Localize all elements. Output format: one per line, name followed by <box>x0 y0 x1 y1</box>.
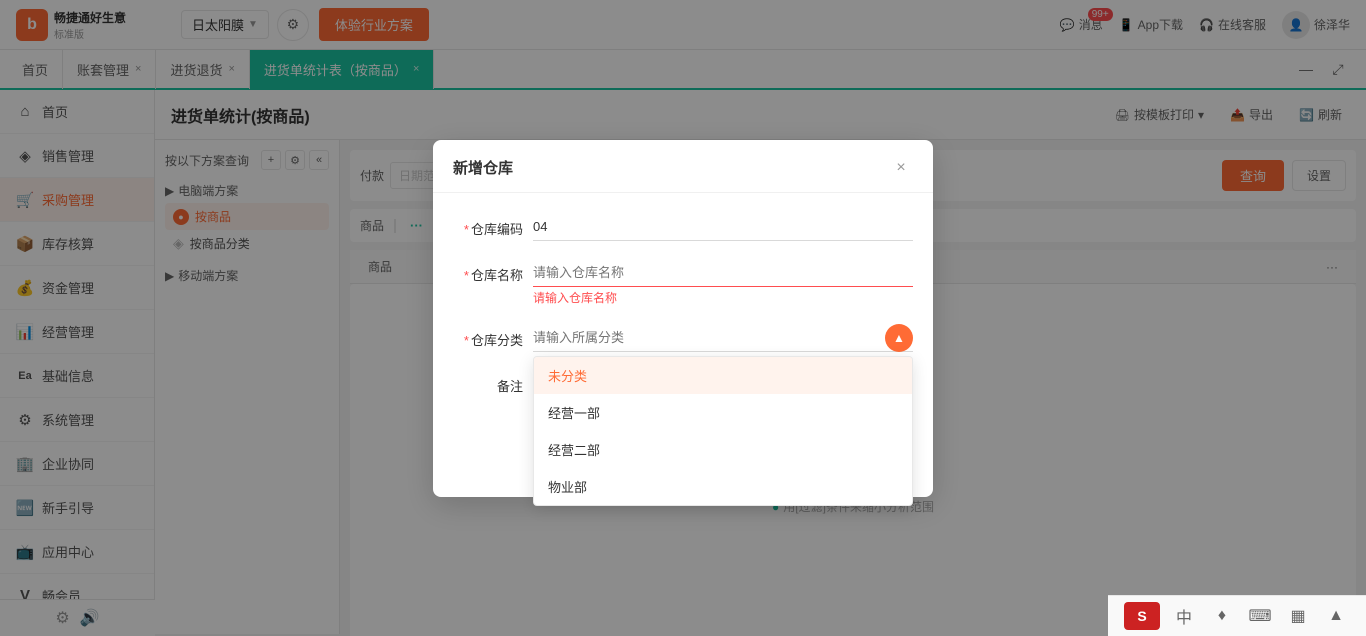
bottom-bar: S 中 ♦ ⌨ ▦ ▲ <box>1108 595 1366 636</box>
category-control: ▲ 未分类 经营一部 经营二部 物业部 <box>533 324 913 352</box>
code-input[interactable] <box>533 213 913 241</box>
form-row-code: 仓库编码 <box>453 213 913 241</box>
category-option-operation1[interactable]: 经营一部 <box>534 394 912 431</box>
form-row-category: 仓库分类 ▲ 未分类 经营一部 经营二部 物业部 <box>453 324 913 352</box>
name-error-msg: 请输入仓库名称 <box>533 289 913 306</box>
bottom-icon-keyboard[interactable]: ⌨ <box>1246 602 1274 630</box>
sogou-logo: S <box>1124 602 1160 630</box>
form-row-name: 仓库名称 请输入仓库名称 <box>453 259 913 306</box>
name-control: 请输入仓库名称 <box>533 259 913 306</box>
category-dropdown-arrow[interactable]: ▲ <box>885 324 913 352</box>
add-warehouse-modal: 新增仓库 × 仓库编码 仓库名称 请输入仓库名称 仓库分类 <box>433 140 933 497</box>
category-option-operation2[interactable]: 经营二部 <box>534 431 912 468</box>
code-label: 仓库编码 <box>453 213 523 238</box>
bottom-icon-grid[interactable]: ▦ <box>1284 602 1312 630</box>
modal-header: 新增仓库 × <box>433 140 933 193</box>
bottom-icon-arrow[interactable]: ▲ <box>1322 602 1350 630</box>
modal-body: 仓库编码 仓库名称 请输入仓库名称 仓库分类 ▲ <box>433 193 933 436</box>
category-input[interactable] <box>533 324 913 352</box>
category-dropdown-list: 未分类 经营一部 经营二部 物业部 <box>533 356 913 506</box>
bottom-icon-diamond[interactable]: ♦ <box>1208 602 1236 630</box>
code-control <box>533 213 913 241</box>
name-label: 仓库名称 <box>453 259 523 284</box>
category-option-uncategorized[interactable]: 未分类 <box>534 357 912 394</box>
category-label: 仓库分类 <box>453 324 523 349</box>
bottom-icon-zh[interactable]: 中 <box>1170 602 1198 630</box>
modal-close-button[interactable]: × <box>889 156 913 180</box>
name-input[interactable] <box>533 259 913 287</box>
note-label: 备注 <box>453 370 523 395</box>
category-option-property[interactable]: 物业部 <box>534 468 912 505</box>
modal-overlay: 新增仓库 × 仓库编码 仓库名称 请输入仓库名称 仓库分类 <box>0 0 1366 636</box>
modal-title: 新增仓库 <box>453 157 513 178</box>
